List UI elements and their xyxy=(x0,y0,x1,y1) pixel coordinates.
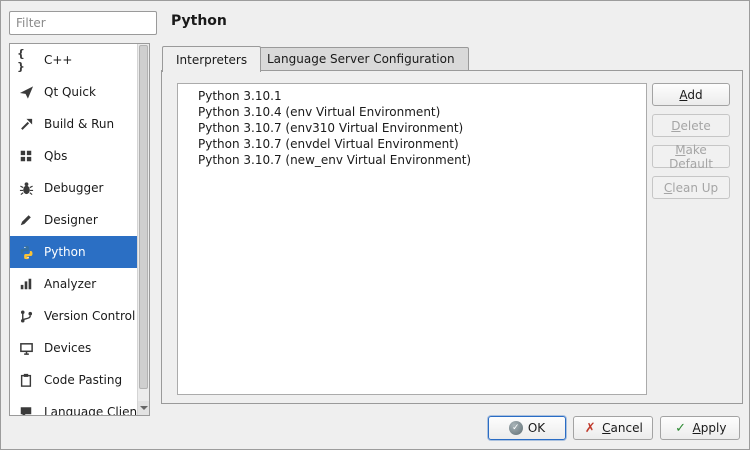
clean-up-button: Clean Up xyxy=(652,176,730,199)
sidebar-item-label: Designer xyxy=(44,213,98,227)
cancel-button[interactable]: ✗ Cancel xyxy=(573,416,653,440)
interpreter-list-item[interactable]: Python 3.10.1 xyxy=(178,88,646,104)
apply-button-label: Apply xyxy=(692,421,727,435)
interpreter-list-item[interactable]: Python 3.10.7 (new_env Virtual Environme… xyxy=(178,152,646,168)
make-default-button: Make Default xyxy=(652,142,730,171)
apply-icon: ✓ xyxy=(675,420,686,436)
interpreter-list[interactable]: Python 3.10.1 Python 3.10.4 (env Virtual… xyxy=(177,83,647,395)
add-button[interactable]: Add xyxy=(652,83,730,106)
add-button-label: Add xyxy=(679,87,703,102)
sidebar-item-label: Build & Run xyxy=(44,117,115,131)
sidebar-item-label: Analyzer xyxy=(44,277,97,291)
apply-button[interactable]: ✓ Apply xyxy=(660,416,740,440)
braces-icon: { } xyxy=(17,47,25,73)
clean-up-button-label: Clean Up xyxy=(663,180,719,195)
sidebar-item-label: Python xyxy=(44,245,86,259)
ok-icon: ✓ xyxy=(508,421,523,435)
sidebar-item-label: Devices xyxy=(44,341,92,355)
cancel-icon: ✗ xyxy=(584,420,596,436)
version-control-icon xyxy=(17,308,35,324)
ok-button[interactable]: ✓ OK xyxy=(488,416,566,440)
tab-interpreters[interactable]: Interpreters xyxy=(162,46,262,72)
cancel-button-label: Cancel xyxy=(602,421,643,435)
sidebar-item-label: Version Control xyxy=(44,309,136,323)
sidebar-item-label: Language Client xyxy=(44,405,142,416)
designer-icon xyxy=(17,212,35,228)
sidebar-item-qbs[interactable]: Qbs xyxy=(10,140,137,172)
ok-button-label: OK xyxy=(527,421,546,435)
sidebar-item-devices[interactable]: Devices xyxy=(10,332,137,364)
sidebar-item-label: Code Pasting xyxy=(44,373,123,387)
page-title: Python xyxy=(171,13,227,29)
interpreter-list-item[interactable]: Python 3.10.7 (envdel Virtual Environmen… xyxy=(178,136,646,152)
sidebar-item-python[interactable]: Python xyxy=(10,236,137,268)
build-run-icon xyxy=(17,116,35,132)
sidebar-item-label: Qt Quick xyxy=(44,85,96,99)
sidebar-item-cpp[interactable]: { } C++ xyxy=(10,44,137,76)
sidebar-item-analyzer[interactable]: Analyzer xyxy=(10,268,137,300)
sidebar-item-label: Debugger xyxy=(44,181,104,195)
scrollbar-thumb[interactable] xyxy=(139,45,148,389)
sidebar-item-debugger[interactable]: Debugger xyxy=(10,172,137,204)
options-dialog: { } C++ Qt Quick Build & Run Qbs xyxy=(0,0,750,450)
filter-input[interactable] xyxy=(9,11,157,35)
debugger-icon xyxy=(17,180,35,196)
sidebar-item-label: C++ xyxy=(44,53,73,67)
code-pasting-icon xyxy=(17,372,35,388)
interpreters-panel: Python 3.10.1 Python 3.10.4 (env Virtual… xyxy=(161,70,743,404)
make-default-button-label: Make Default xyxy=(669,142,713,171)
interpreter-list-item[interactable]: Python 3.10.4 (env Virtual Environment) xyxy=(178,104,646,120)
category-sidebar: { } C++ Qt Quick Build & Run Qbs Debugge… xyxy=(9,43,150,416)
sidebar-item-code-pasting[interactable]: Code Pasting xyxy=(10,364,137,396)
python-icon xyxy=(17,244,35,260)
devices-icon xyxy=(17,340,35,356)
tab-language-server-configuration[interactable]: Language Server Configuration xyxy=(253,47,469,71)
sidebar-item-version-control[interactable]: Version Control xyxy=(10,300,137,332)
interpreter-list-item[interactable]: Python 3.10.7 (env310 Virtual Environmen… xyxy=(178,120,646,136)
scroll-down-button[interactable] xyxy=(138,401,149,415)
sidebar-item-designer[interactable]: Designer xyxy=(10,204,137,236)
delete-button: Delete xyxy=(652,114,730,137)
sidebar-item-language-client[interactable]: Language Client xyxy=(10,396,142,415)
delete-button-label: Delete xyxy=(671,118,711,133)
qt-quick-icon xyxy=(17,84,35,100)
sidebar-item-label: Qbs xyxy=(44,149,68,163)
analyzer-icon xyxy=(17,276,35,292)
sidebar-item-build-run[interactable]: Build & Run xyxy=(10,108,137,140)
language-client-icon xyxy=(17,404,35,415)
sidebar-item-qt-quick[interactable]: Qt Quick xyxy=(10,76,137,108)
qbs-icon xyxy=(17,148,35,164)
sidebar-scrollbar[interactable] xyxy=(137,44,149,415)
